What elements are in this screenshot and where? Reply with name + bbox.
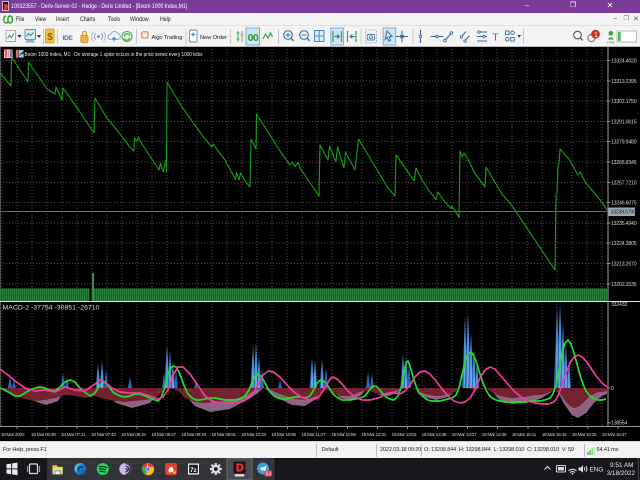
svg-text:13213.2670: 13213.2670 <box>611 262 637 268</box>
svg-text:13202.1535: 13202.1535 <box>611 282 637 288</box>
svg-text:18 Mar 07:11: 18 Mar 07:11 <box>61 432 86 438</box>
svg-text:18 Mar 14:07: 18 Mar 14:07 <box>452 432 477 438</box>
svg-text:ENG: ENG <box>590 467 604 474</box>
svg-text:13268.8345: 13268.8345 <box>611 160 637 166</box>
svg-text:MACD-2 -37754 -30851 -26710: MACD-2 -37754 -30851 -26710 <box>3 305 100 312</box>
svg-text:18 Mar 15:43: 18 Mar 15:43 <box>542 432 567 438</box>
svg-text:13235.4940: 13235.4940 <box>611 221 637 227</box>
svg-text:13257.7210: 13257.7210 <box>611 180 637 186</box>
svg-text:13324.4020: 13324.4020 <box>611 59 637 65</box>
svg-text:13302.1750: 13302.1750 <box>611 99 637 105</box>
svg-text:18 Mar 09:51: 18 Mar 09:51 <box>211 432 236 438</box>
svg-text:Boom 1000 Index, M1: On avera: Boom 1000 Index, M1: On average 1 spike … <box>25 52 203 58</box>
svg-text:13224.3805: 13224.3805 <box>611 241 637 247</box>
svg-text:332433: 332433 <box>611 302 627 308</box>
svg-text:0: 0 <box>611 386 614 392</box>
svg-text:Algo Trading: Algo Trading <box>152 35 183 41</box>
svg-text:18 Mar 11:27: 18 Mar 11:27 <box>301 432 326 438</box>
svg-text:63: 63 <box>266 472 272 478</box>
svg-text:18 Mar 06:39: 18 Mar 06:39 <box>31 432 56 438</box>
svg-text:1: 1 <box>594 32 598 39</box>
svg-text:13239.5700: 13239.5700 <box>611 210 637 216</box>
svg-text:New Order: New Order <box>200 35 227 41</box>
svg-text:00: 00 <box>248 32 259 44</box>
svg-text:18 Mar 08:15: 18 Mar 08:15 <box>121 432 146 438</box>
svg-text:-138554: -138554 <box>610 421 628 427</box>
svg-text:18 Mar 12:31: 18 Mar 12:31 <box>361 432 386 438</box>
svg-text:18 Mar 13:35: 18 Mar 13:35 <box>422 432 447 438</box>
svg-text:18 Mar 10:55: 18 Mar 10:55 <box>271 432 296 438</box>
svg-text:18 Mar 15:11: 18 Mar 15:11 <box>512 432 537 438</box>
svg-text:T: T <box>493 33 499 44</box>
svg-text:18 Mar 13:03: 18 Mar 13:03 <box>392 432 417 438</box>
svg-text:18 Mar 10:23: 18 Mar 10:23 <box>241 432 266 438</box>
svg-text:18 Mar 16:15: 18 Mar 16:15 <box>572 432 597 438</box>
svg-text:18 Mar 16:47: 18 Mar 16:47 <box>602 432 627 438</box>
svg-text:13279.9480: 13279.9480 <box>611 140 637 146</box>
svg-text:9:51 AM: 9:51 AM <box>610 462 633 469</box>
svg-text:18 Mar 2022: 18 Mar 2022 <box>1 432 25 438</box>
svg-text:7z: 7z <box>190 467 197 474</box>
svg-text:LIVE: LIVE <box>607 41 615 45</box>
svg-text:18 Mar 08:47: 18 Mar 08:47 <box>151 432 176 438</box>
svg-text:3/18/2022: 3/18/2022 <box>607 470 636 477</box>
svg-text:13313.2395: 13313.2395 <box>611 79 637 85</box>
svg-text:$: $ <box>47 32 53 43</box>
svg-text:13291.0615: 13291.0615 <box>611 119 637 125</box>
svg-text:18 Mar 07:43: 18 Mar 07:43 <box>91 432 116 438</box>
svg-text:13246.6075: 13246.6075 <box>611 201 637 207</box>
svg-text:18 Mar 11:59: 18 Mar 11:59 <box>331 432 356 438</box>
svg-text:IDE: IDE <box>63 35 74 42</box>
svg-text:18 Mar 14:39: 18 Mar 14:39 <box>482 432 507 438</box>
svg-text:18 Mar 09:19: 18 Mar 09:19 <box>181 432 206 438</box>
